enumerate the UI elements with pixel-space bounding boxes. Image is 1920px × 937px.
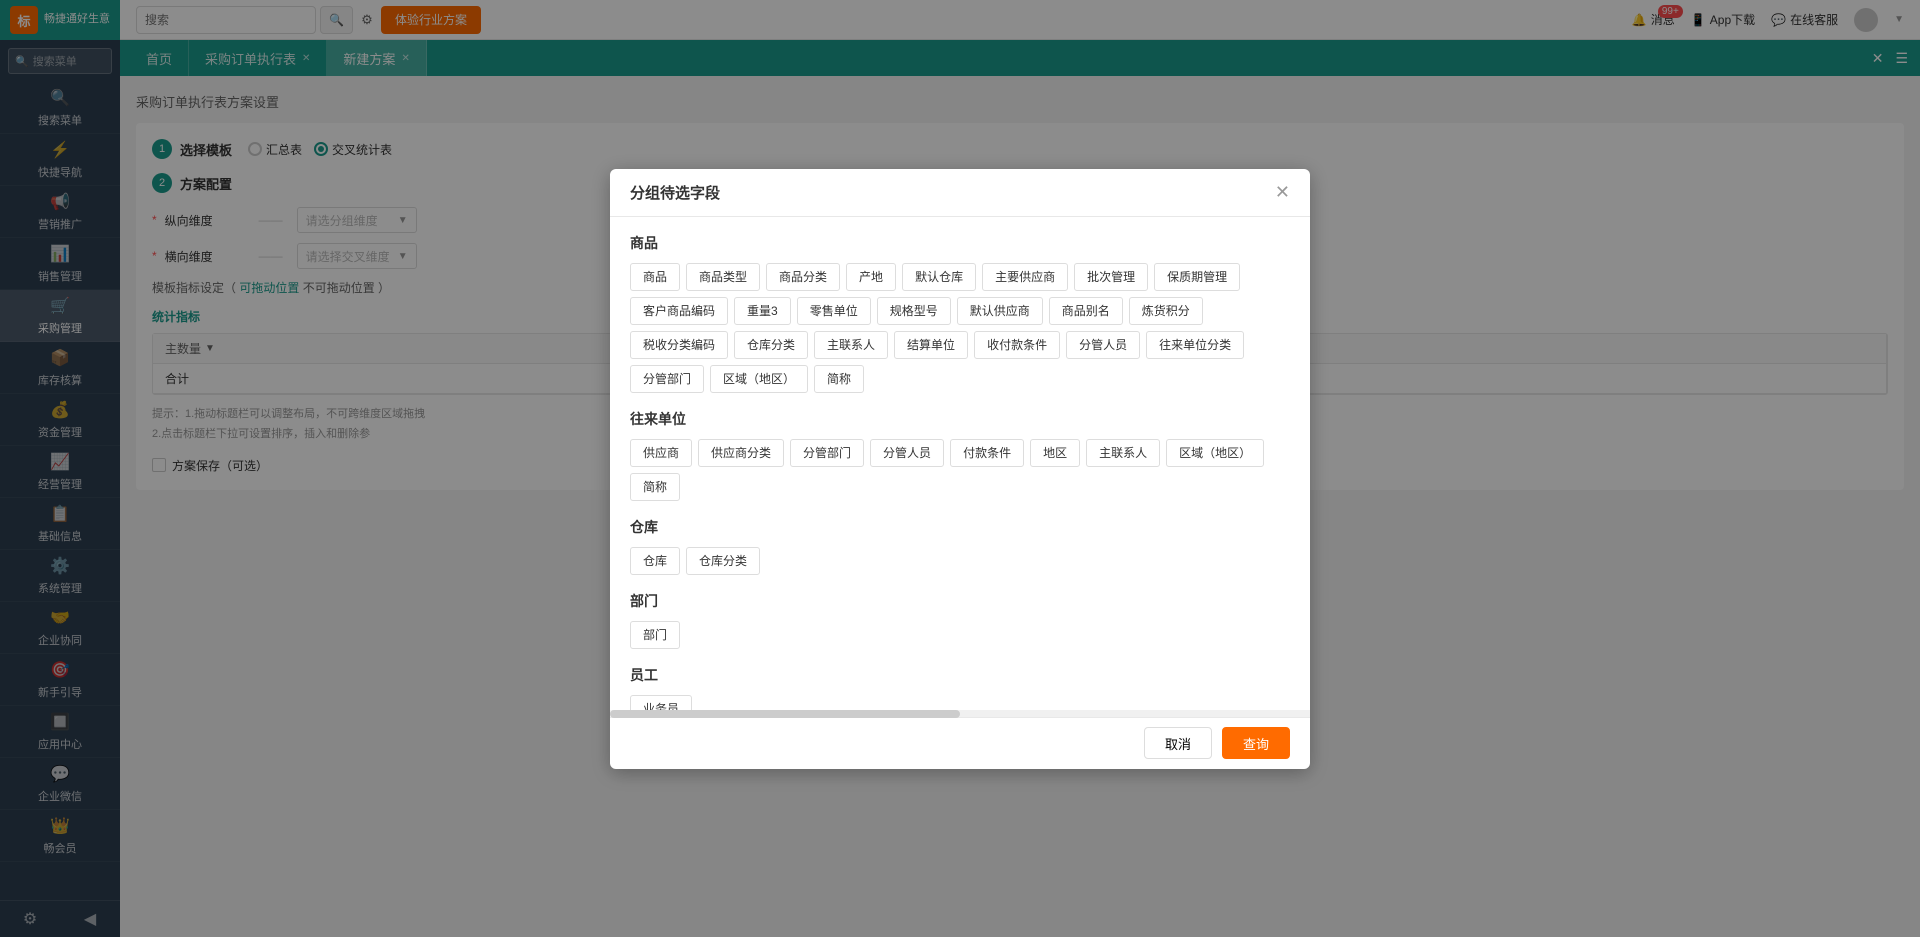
field-tag-主联系人[interactable]: 主联系人 <box>814 331 888 359</box>
field-section-warehouse: 仓库仓库仓库分类 <box>630 517 1290 575</box>
field-tag-仓库分类[interactable]: 仓库分类 <box>734 331 808 359</box>
field-section-title-employee: 员工 <box>630 665 1290 685</box>
field-tag-商品别名[interactable]: 商品别名 <box>1049 297 1123 325</box>
field-tag-简称[interactable]: 简称 <box>814 365 864 393</box>
field-tag-结算单位[interactable]: 结算单位 <box>894 331 968 359</box>
modal-body: 商品商品商品类型商品分类产地默认仓库主要供应商批次管理保质期管理客户商品编码重量… <box>610 217 1310 711</box>
field-tag-炼货积分[interactable]: 炼货积分 <box>1129 297 1203 325</box>
field-tags-department: 部门 <box>630 621 1290 649</box>
field-tag-客户商品编码[interactable]: 客户商品编码 <box>630 297 728 325</box>
field-tags-goods: 商品商品类型商品分类产地默认仓库主要供应商批次管理保质期管理客户商品编码重量3零… <box>630 263 1290 393</box>
field-section-employee: 员工业务员 <box>630 665 1290 711</box>
field-tag-业务员[interactable]: 业务员 <box>630 695 692 711</box>
field-tag-部门[interactable]: 部门 <box>630 621 680 649</box>
field-tag-默认仓库[interactable]: 默认仓库 <box>902 263 976 291</box>
field-tag-税收分类编码[interactable]: 税收分类编码 <box>630 331 728 359</box>
modal-title: 分组待选字段 <box>630 182 720 203</box>
field-tag-分管部门[interactable]: 分管部门 <box>630 365 704 393</box>
field-tag-供应商[interactable]: 供应商 <box>630 439 692 467</box>
field-section-department: 部门部门 <box>630 591 1290 649</box>
cancel-button[interactable]: 取消 <box>1144 727 1212 759</box>
modal-header: 分组待选字段 ✕ <box>610 169 1310 217</box>
confirm-button[interactable]: 查询 <box>1222 727 1290 759</box>
field-tag-零售单位[interactable]: 零售单位 <box>797 297 871 325</box>
field-section-title-warehouse: 仓库 <box>630 517 1290 537</box>
field-tag-商品类型[interactable]: 商品类型 <box>686 263 760 291</box>
field-tag-默认供应商[interactable]: 默认供应商 <box>957 297 1043 325</box>
field-section-title-contacts: 往来单位 <box>630 409 1290 429</box>
field-tags-contacts: 供应商供应商分类分管部门分管人员付款条件地区主联系人区域（地区） 简称 <box>630 439 1290 501</box>
field-section-contacts: 往来单位供应商供应商分类分管部门分管人员付款条件地区主联系人区域（地区） 简称 <box>630 409 1290 501</box>
modal-overlay: 分组待选字段 ✕ 商品商品商品类型商品分类产地默认仓库主要供应商批次管理保质期管… <box>0 0 1920 937</box>
modal-footer: 取消 查询 <box>610 717 1310 769</box>
field-tags-employee: 业务员 <box>630 695 1290 711</box>
field-tag-分管人员[interactable]: 分管人员 <box>1066 331 1140 359</box>
field-tag-收付款条件[interactable]: 收付款条件 <box>974 331 1060 359</box>
field-tag-商品[interactable]: 商品 <box>630 263 680 291</box>
field-tag-往来单位分类[interactable]: 往来单位分类 <box>1146 331 1244 359</box>
field-tag-主联系人[interactable]: 主联系人 <box>1086 439 1160 467</box>
field-section-title-department: 部门 <box>630 591 1290 611</box>
modal: 分组待选字段 ✕ 商品商品商品类型商品分类产地默认仓库主要供应商批次管理保质期管… <box>610 169 1310 769</box>
field-tag-供应商分类[interactable]: 供应商分类 <box>698 439 784 467</box>
field-tag-简称[interactable]: 简称 <box>630 473 680 501</box>
field-tag-区域（地区）[interactable]: 区域（地区） <box>710 365 808 393</box>
field-tags-warehouse: 仓库仓库分类 <box>630 547 1290 575</box>
field-tag-重量3[interactable]: 重量3 <box>734 297 791 325</box>
modal-scrollbar-thumb[interactable] <box>610 710 960 718</box>
modal-scrollbar[interactable] <box>610 710 1310 716</box>
field-tag-分管人员[interactable]: 分管人员 <box>870 439 944 467</box>
field-tag-批次管理[interactable]: 批次管理 <box>1074 263 1148 291</box>
field-section-goods: 商品商品商品类型商品分类产地默认仓库主要供应商批次管理保质期管理客户商品编码重量… <box>630 233 1290 393</box>
field-tag-分管部门[interactable]: 分管部门 <box>790 439 864 467</box>
field-section-title-goods: 商品 <box>630 233 1290 253</box>
field-tag-仓库[interactable]: 仓库 <box>630 547 680 575</box>
modal-close-btn[interactable]: ✕ <box>1275 182 1290 203</box>
field-tag-产地[interactable]: 产地 <box>846 263 896 291</box>
field-tag-仓库分类[interactable]: 仓库分类 <box>686 547 760 575</box>
field-tag-商品分类[interactable]: 商品分类 <box>766 263 840 291</box>
field-tag-区域（地区）[interactable]: 区域（地区） <box>1166 439 1264 467</box>
field-tag-保质期管理[interactable]: 保质期管理 <box>1154 263 1240 291</box>
field-tag-付款条件[interactable]: 付款条件 <box>950 439 1024 467</box>
field-tag-地区[interactable]: 地区 <box>1030 439 1080 467</box>
field-tag-规格型号[interactable]: 规格型号 <box>877 297 951 325</box>
field-tag-主要供应商[interactable]: 主要供应商 <box>982 263 1068 291</box>
